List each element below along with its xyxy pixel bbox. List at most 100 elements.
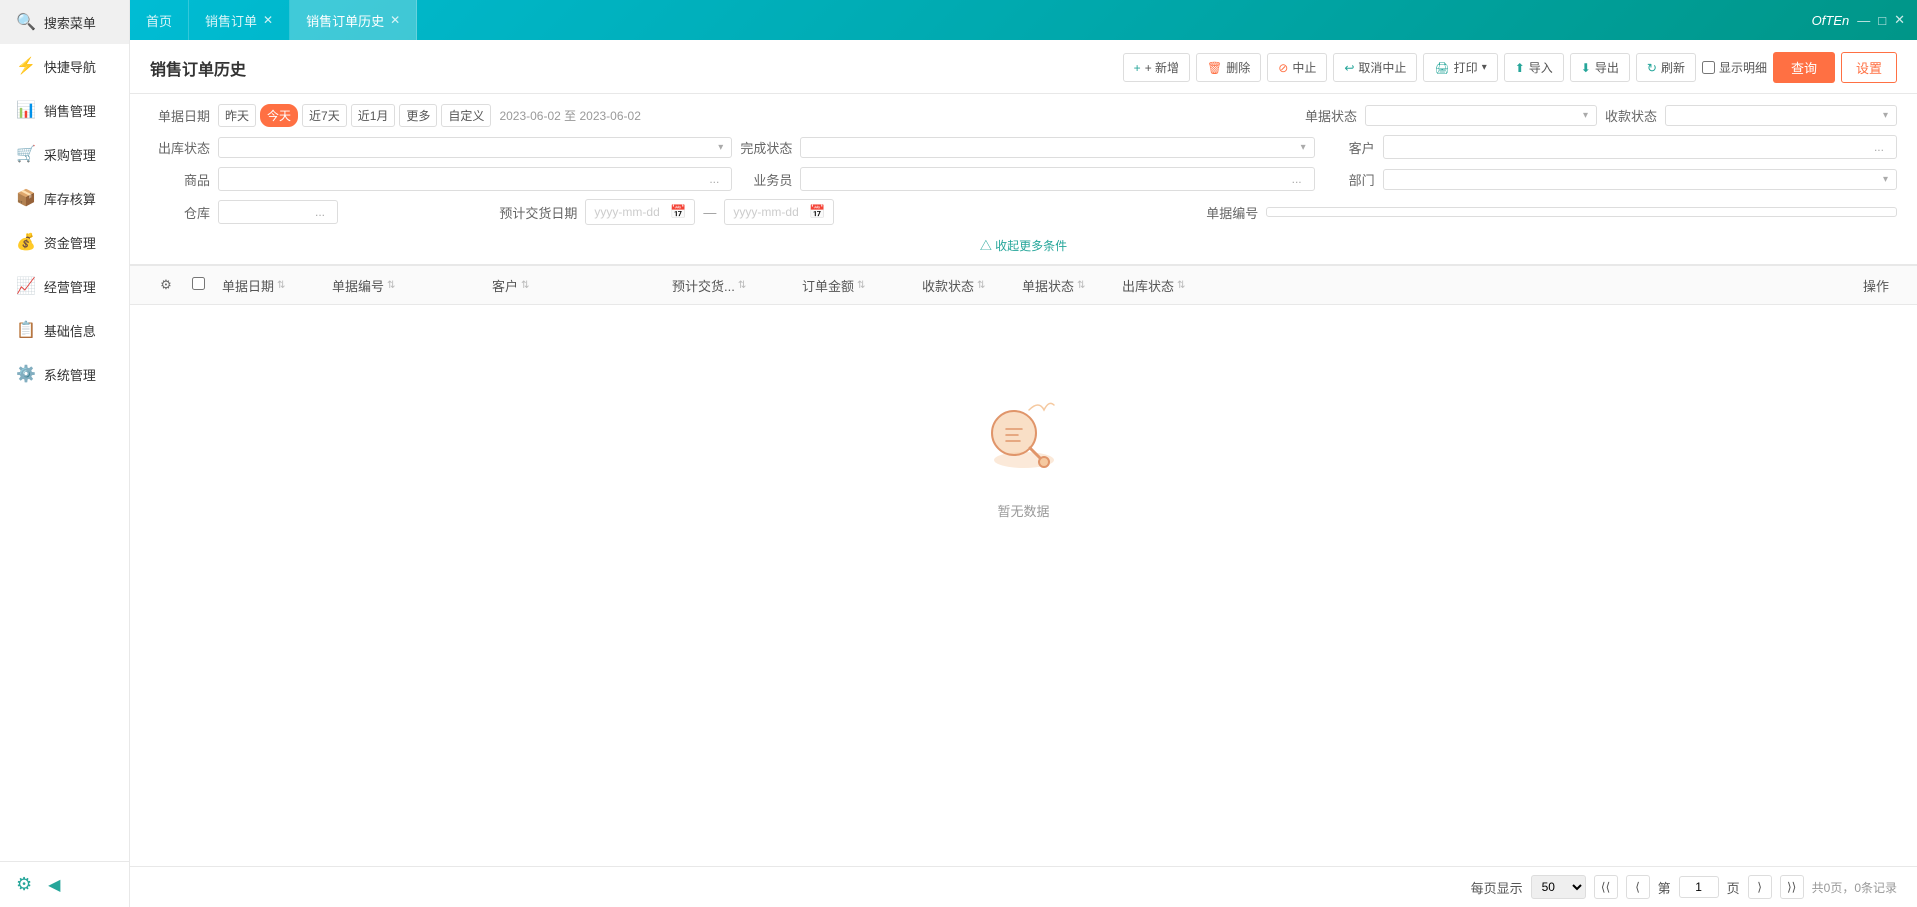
- date-btn-today[interactable]: 今天: [260, 104, 298, 127]
- export-button[interactable]: ⬇ 导出: [1570, 53, 1630, 82]
- stop-icon: ⊘: [1278, 61, 1288, 75]
- doc-status-select[interactable]: ▾: [1365, 105, 1597, 126]
- delete-label: 删除: [1226, 59, 1250, 76]
- sidebar-settings-icon[interactable]: ⚙: [16, 874, 32, 895]
- filter-warehouse: 仓库 ...: [150, 200, 499, 224]
- collapse-btn[interactable]: △ 收起更多条件: [150, 233, 1897, 258]
- delivery-date-label: 预计交货日期: [499, 203, 577, 222]
- sidebar-item-search[interactable]: 🔍 搜索菜单: [0, 0, 129, 44]
- filter-date: 单据日期 昨天 今天 近7天 近1月 更多 自定义 2023-06-02 至 2…: [150, 104, 1297, 127]
- th-doc-status[interactable]: 单据状态 ⇅: [1014, 276, 1114, 295]
- th-doc-status-label: 单据状态: [1022, 276, 1074, 295]
- out-status-select[interactable]: ▾: [218, 137, 732, 158]
- display-toggle-checkbox[interactable]: [1702, 61, 1715, 74]
- import-icon: ⬆: [1515, 61, 1525, 75]
- th-settings[interactable]: ⚙: [150, 277, 182, 293]
- filter-salesperson: 业务员 ...: [732, 167, 1314, 191]
- filter-doc-no: 单据编号: [1198, 203, 1897, 222]
- add-button[interactable]: + + 新增: [1123, 53, 1190, 82]
- date-btn-1month[interactable]: 近1月: [351, 104, 396, 127]
- th-date[interactable]: 单据日期 ⇅: [214, 276, 324, 295]
- page-header: 销售订单历史 + + 新增 🗑 删除 ⊘ 中止 ↩: [130, 40, 1917, 94]
- tab-sales-order-label: 销售订单: [205, 11, 257, 30]
- receipt-status-select[interactable]: ▾: [1665, 105, 1897, 126]
- sidebar-item-finance[interactable]: 💰 资金管理: [0, 220, 129, 264]
- th-num[interactable]: 单据编号 ⇅: [324, 276, 484, 295]
- th-customer[interactable]: 客户 ⇅: [484, 276, 664, 295]
- date-quick-btns: 昨天 今天 近7天 近1月 更多 自定义: [218, 104, 491, 127]
- next-page-btn[interactable]: ⟩: [1748, 875, 1772, 899]
- sidebar-item-sales[interactable]: 📊 销售管理: [0, 88, 129, 132]
- sidebar-item-label: 采购管理: [44, 145, 96, 164]
- sidebar-collapse-icon[interactable]: ◀: [48, 875, 60, 895]
- sidebar-item-label: 快捷导航: [44, 57, 96, 76]
- date-btn-more[interactable]: 更多: [399, 104, 437, 127]
- refresh-button[interactable]: ↻ 刷新: [1636, 53, 1696, 82]
- salesperson-ellipsis[interactable]: ...: [1288, 172, 1306, 186]
- th-delivery[interactable]: 预计交货... ⇅: [664, 276, 794, 295]
- salesperson-select[interactable]: ...: [800, 167, 1314, 191]
- tab-sales-order[interactable]: 销售订单 ✕: [189, 0, 290, 40]
- sidebar-item-operation[interactable]: 📈 经营管理: [0, 264, 129, 308]
- th-out-status[interactable]: 出库状态 ⇅: [1114, 276, 1234, 295]
- sidebar-item-quick-nav[interactable]: ⚡ 快捷导航: [0, 44, 129, 88]
- th-receipt-status[interactable]: 收款状态 ⇅: [914, 276, 1014, 295]
- delivery-date-to[interactable]: yyyy-mm-dd 📅: [724, 199, 834, 225]
- th-out-sort: ⇅: [1177, 280, 1185, 291]
- settings-button[interactable]: 设置: [1841, 52, 1897, 83]
- select-all-checkbox[interactable]: [192, 277, 205, 290]
- query-button[interactable]: 查询: [1773, 52, 1835, 83]
- import-button[interactable]: ⬆ 导入: [1504, 53, 1564, 82]
- first-page-btn[interactable]: ⟨⟨: [1594, 875, 1618, 899]
- date-btn-7days[interactable]: 近7天: [302, 104, 347, 127]
- date-label: 单据日期: [150, 106, 210, 125]
- goods-select[interactable]: ...: [218, 167, 732, 191]
- tab-sales-order-history[interactable]: 销售订单历史 ✕: [290, 0, 417, 40]
- page-size-select[interactable]: 50 20 100: [1531, 875, 1586, 899]
- th-checkbox[interactable]: [182, 277, 214, 293]
- doc-status-label: 单据状态: [1297, 106, 1357, 125]
- sidebar-item-system[interactable]: ⚙️ 系统管理: [0, 352, 129, 396]
- warehouse-select[interactable]: ...: [218, 200, 338, 224]
- date-btn-custom[interactable]: 自定义: [441, 104, 491, 127]
- display-toggle[interactable]: 显示明细: [1702, 59, 1767, 76]
- customer-ellipsis[interactable]: ...: [1870, 140, 1888, 154]
- purchase-icon: 🛒: [16, 144, 36, 164]
- print-arrow: ▾: [1482, 62, 1487, 73]
- tab-sales-order-history-close[interactable]: ✕: [390, 13, 400, 27]
- filter-delivery-date: 预计交货日期 yyyy-mm-dd 📅 — yyyy-mm-dd 📅: [499, 199, 1198, 225]
- dept-select[interactable]: ▾: [1383, 169, 1897, 190]
- goods-ellipsis[interactable]: ...: [705, 172, 723, 186]
- doc-no-input[interactable]: [1266, 207, 1897, 217]
- last-page-btn[interactable]: ⟩⟩: [1780, 875, 1804, 899]
- sidebar-item-purchase[interactable]: 🛒 采购管理: [0, 132, 129, 176]
- topbar-right: OfTEn — □ ✕: [1800, 0, 1917, 40]
- warehouse-ellipsis[interactable]: ...: [311, 205, 329, 219]
- customer-select[interactable]: ...: [1383, 135, 1897, 159]
- total-info: 共0页，0条记录: [1812, 879, 1897, 896]
- print-button[interactable]: 🖨 打印 ▾: [1423, 53, 1497, 82]
- delivery-date-from[interactable]: yyyy-mm-dd 📅: [585, 199, 695, 225]
- complete-status-select[interactable]: ▾: [800, 137, 1314, 158]
- topbar-expand-btn[interactable]: □: [1878, 13, 1886, 28]
- th-amount[interactable]: 订单金额 ⇅: [794, 276, 914, 295]
- customer-label: 客户: [1315, 138, 1375, 157]
- delete-button[interactable]: 🗑 删除: [1196, 53, 1261, 82]
- goods-label: 商品: [150, 170, 210, 189]
- export-icon: ⬇: [1581, 61, 1591, 75]
- topbar-close-btn[interactable]: ✕: [1894, 12, 1905, 28]
- tab-home[interactable]: 首页: [130, 0, 189, 40]
- prev-page-btn[interactable]: ⟨: [1626, 875, 1650, 899]
- date-btn-yesterday[interactable]: 昨天: [218, 104, 256, 127]
- tab-sales-order-close[interactable]: ✕: [263, 13, 273, 27]
- cancel-stop-button[interactable]: ↩ 取消中止: [1333, 53, 1417, 82]
- topbar-minus-btn[interactable]: —: [1857, 13, 1870, 28]
- page-num-input[interactable]: [1679, 876, 1719, 898]
- tab-home-label: 首页: [146, 11, 172, 30]
- sidebar-item-inventory[interactable]: 📦 库存核算: [0, 176, 129, 220]
- sidebar-item-basic[interactable]: 📋 基础信息: [0, 308, 129, 352]
- complete-status-label: 完成状态: [732, 138, 792, 157]
- page-label: 第: [1658, 878, 1671, 897]
- table-header: ⚙ 单据日期 ⇅ 单据编号 ⇅ 客户 ⇅ 预计交货...: [130, 265, 1917, 305]
- stop-button[interactable]: ⊘ 中止: [1267, 53, 1327, 82]
